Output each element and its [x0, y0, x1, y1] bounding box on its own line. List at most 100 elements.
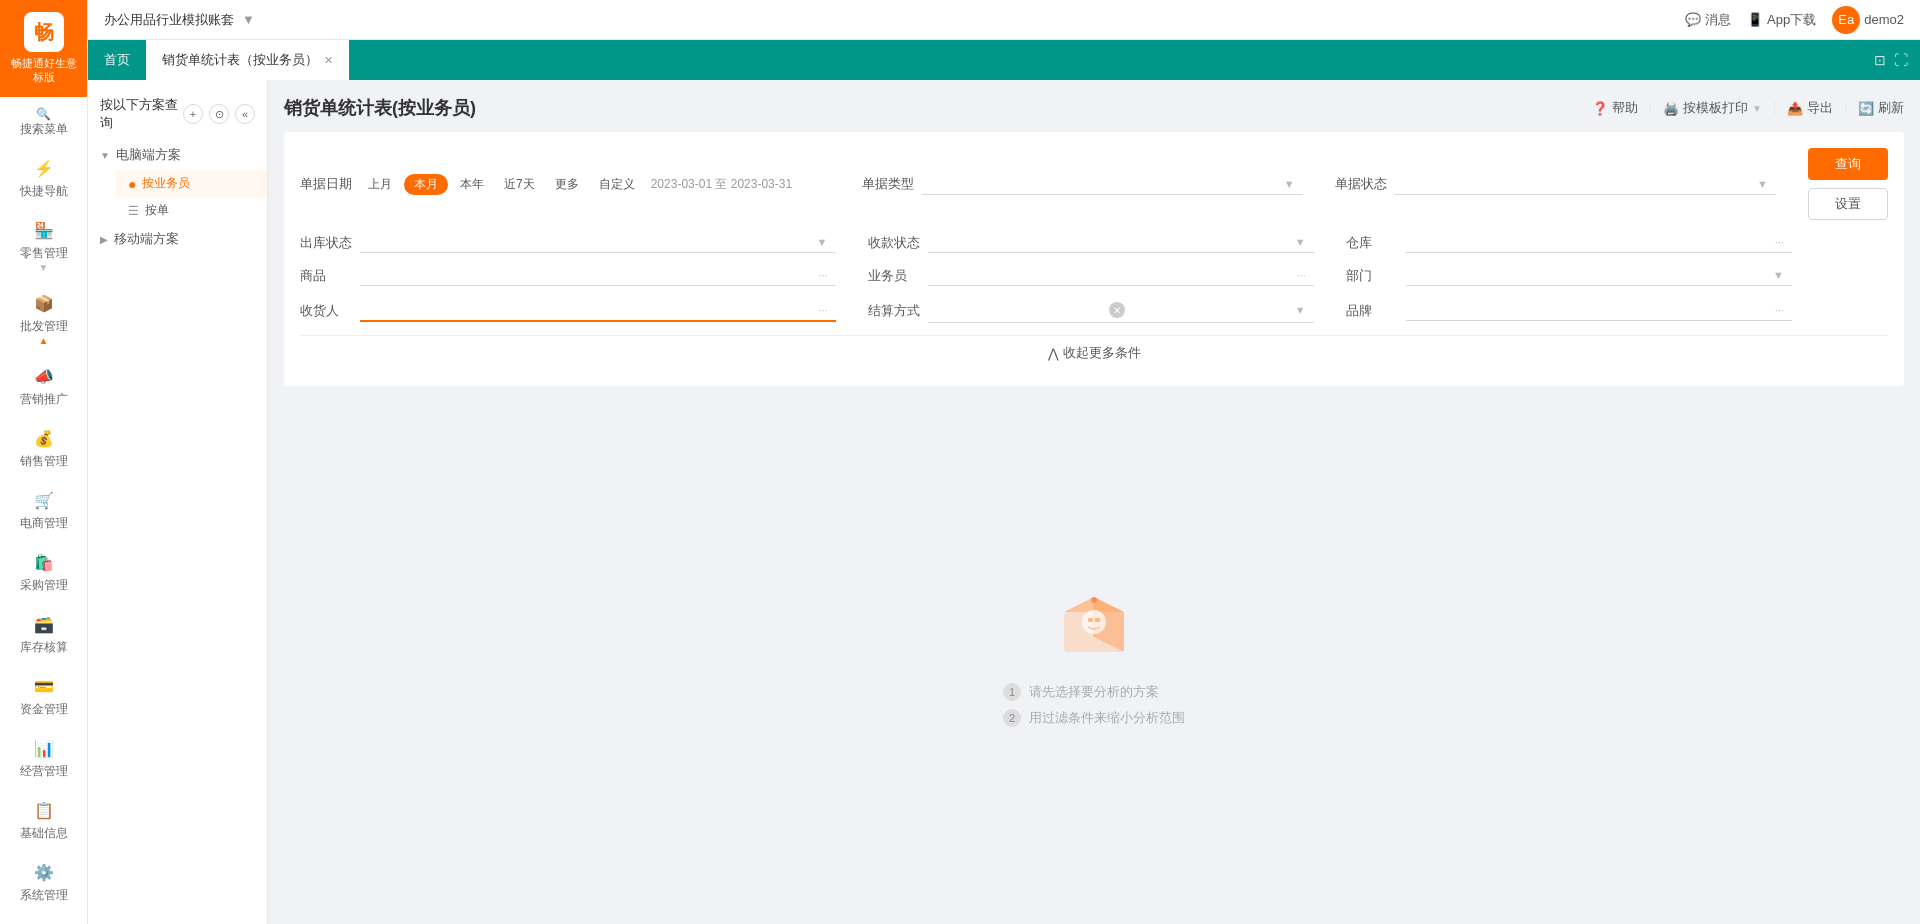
salesman-input[interactable]: ···	[928, 265, 1314, 286]
svg-point-8	[1091, 597, 1097, 603]
tree-node-mobile[interactable]: ▶ 移动端方案	[88, 224, 267, 254]
product-input[interactable]: ···	[360, 265, 836, 286]
filter-item-receiver: 收货人 ···	[300, 300, 836, 322]
date-btn-lastmonth[interactable]: 上月	[360, 174, 400, 195]
divider2	[1774, 101, 1775, 115]
sidebar-item-inventory[interactable]: 🗃️ 库存核算	[0, 604, 87, 666]
filter-row-2: 出库状态 ▼ 收款状态 ▼	[300, 232, 1888, 253]
tip-num-2: 2	[1003, 709, 1021, 727]
sidebar-item-marketing[interactable]: 📣 营销推广	[0, 356, 87, 418]
topbar: 办公用品行业模拟账套 ▼ 💬 消息 📱 App下载 Ea demo2	[88, 0, 1920, 40]
dept-select[interactable]: ▼	[1406, 265, 1792, 286]
collapse-row[interactable]: ⋀ 收起更多条件	[300, 335, 1888, 370]
tree-item-by-order[interactable]: ☰ 按单	[116, 197, 267, 224]
content-area: 按以下方案查询 + ⊙ « ▼ 电脑端方案 ● 按业务员 ☰ 按单	[88, 80, 1920, 924]
divider	[1650, 101, 1651, 115]
sidebar-item-operations[interactable]: 📊 经营管理	[0, 728, 87, 790]
tree-node-label: 电脑端方案	[116, 146, 181, 164]
receiver-input[interactable]: ···	[360, 300, 836, 322]
svg-point-4	[1082, 610, 1106, 634]
sidebar-item-enterprise[interactable]: 🤝 企业协同	[0, 914, 87, 924]
user-avatar-btn[interactable]: Ea demo2	[1832, 6, 1904, 34]
paystatus-label: 收款状态	[868, 234, 928, 252]
message-btn[interactable]: 💬 消息	[1685, 11, 1731, 29]
warehouse-input[interactable]: ···	[1406, 232, 1792, 253]
page-title: 销货单统计表(按业务员)	[284, 96, 476, 120]
empty-tip-1: 1 请先选择要分析的方案	[1003, 683, 1185, 701]
collapse-up-icon: ⋀	[1048, 346, 1059, 361]
sidebar-item-wholesale[interactable]: 📦 批发管理 ▲	[0, 283, 87, 356]
brand-input[interactable]: ···	[1406, 300, 1792, 321]
sidebar-search-label: 搜索菜单	[20, 121, 68, 138]
receiver-more-icon: ···	[818, 304, 827, 316]
brand-label: 品牌	[1346, 302, 1406, 320]
date-btn-more[interactable]: 更多	[547, 174, 587, 195]
print-btn[interactable]: 🖨️ 按模板打印 ▼	[1663, 99, 1762, 117]
tip-text-1: 请先选择要分析的方案	[1029, 683, 1159, 701]
doctype-select[interactable]: ▼	[922, 174, 1303, 195]
export-btn[interactable]: 📤 导出	[1787, 99, 1833, 117]
tree-node-pc[interactable]: ▼ 电脑端方案	[88, 140, 267, 170]
divider3	[1845, 101, 1846, 115]
sidebar-item-sales[interactable]: 💰 销售管理	[0, 418, 87, 480]
topbar-title: 办公用品行业模拟账套	[104, 11, 234, 29]
sidebar-item-label: 营销推广	[20, 391, 68, 408]
tab-expand-icon[interactable]: ⛶	[1894, 52, 1908, 68]
export-label: 导出	[1807, 99, 1833, 117]
app-label: App下载	[1767, 11, 1816, 29]
filter-item-product: 商品 ···	[300, 265, 836, 286]
tab-close-icon[interactable]: ✕	[324, 54, 333, 67]
date-btn-thismonth[interactable]: 本月	[404, 174, 448, 195]
paystatus-arrow-icon: ▼	[1295, 236, 1306, 248]
app-icon: 📱	[1747, 12, 1763, 27]
sidebar-item-system[interactable]: ⚙️ 系统管理	[0, 852, 87, 914]
filter-item-docstatus: 单据状态 ▼	[1335, 174, 1776, 195]
settle-select[interactable]: ✕ ▼	[928, 298, 1314, 323]
tree-item-by-salesman[interactable]: ● 按业务员	[116, 170, 267, 197]
setting-button[interactable]: 设置	[1808, 188, 1888, 220]
sidebar-item-purchase[interactable]: 🛍️ 采购管理	[0, 542, 87, 604]
date-btn-custom[interactable]: 自定义	[591, 174, 643, 195]
query-button[interactable]: 查询	[1808, 148, 1888, 180]
sidebar-item-label: 批发管理	[20, 318, 68, 335]
edit-scheme-btn[interactable]: ⊙	[209, 104, 229, 124]
filter-item-salesman: 业务员 ···	[868, 265, 1314, 286]
left-panel: 按以下方案查询 + ⊙ « ▼ 电脑端方案 ● 按业务员 ☰ 按单	[88, 80, 268, 924]
filter-item-warehouse: 仓库 ···	[1346, 232, 1792, 253]
sidebar-item-retail[interactable]: 🏪 零售管理 ▼	[0, 210, 87, 283]
tip-text-2: 用过滤条件来缩小分析范围	[1029, 709, 1185, 727]
left-panel-actions: + ⊙ «	[183, 104, 255, 124]
collapse-panel-btn[interactable]: «	[235, 104, 255, 124]
docstatus-select[interactable]: ▼	[1395, 174, 1776, 195]
tabbar-right: ⊡ ⛶	[1874, 52, 1920, 68]
sales-icon: 💰	[33, 428, 55, 450]
scheme-label: 按业务员	[142, 175, 190, 192]
date-btn-thisyear[interactable]: 本年	[452, 174, 492, 195]
sidebar-item-finance[interactable]: 💳 资金管理	[0, 666, 87, 728]
outstatus-select[interactable]: ▼	[360, 232, 836, 253]
sidebar-item-quicknav[interactable]: ⚡ 快捷导航	[0, 148, 87, 210]
basic-icon: 📋	[33, 800, 55, 822]
refresh-btn[interactable]: 🔄 刷新	[1858, 99, 1904, 117]
topbar-dropdown-arrow[interactable]: ▼	[242, 12, 255, 27]
tab-home-label: 首页	[104, 51, 130, 69]
sidebar-item-ecommerce[interactable]: 🛒 电商管理	[0, 480, 87, 542]
order-icon: ☰	[128, 204, 139, 218]
paystatus-select[interactable]: ▼	[928, 232, 1314, 253]
date-btn-7days[interactable]: 近7天	[496, 174, 543, 195]
tab-restore-icon[interactable]: ⊡	[1874, 52, 1886, 68]
product-more-icon: ···	[818, 269, 827, 281]
topbar-left: 办公用品行业模拟账套 ▼	[104, 11, 255, 29]
receiver-label: 收货人	[300, 302, 360, 320]
add-scheme-btn[interactable]: +	[183, 104, 203, 124]
message-label: 消息	[1705, 11, 1731, 29]
sidebar-item-basic[interactable]: 📋 基础信息	[0, 790, 87, 852]
settle-clear-btn[interactable]: ✕	[1109, 302, 1125, 318]
tab-home[interactable]: 首页	[88, 40, 146, 80]
app-download-btn[interactable]: 📱 App下载	[1747, 11, 1816, 29]
tab-sales-stat[interactable]: 销货单统计表（按业务员） ✕	[146, 40, 349, 80]
quicknav-icon: ⚡	[33, 158, 55, 180]
app-logo[interactable]: 畅 畅捷通好生意 标版	[0, 0, 87, 97]
sidebar-item-search[interactable]: 🔍 搜索菜单	[0, 97, 87, 148]
help-btn[interactable]: ❓ 帮助	[1592, 99, 1638, 117]
